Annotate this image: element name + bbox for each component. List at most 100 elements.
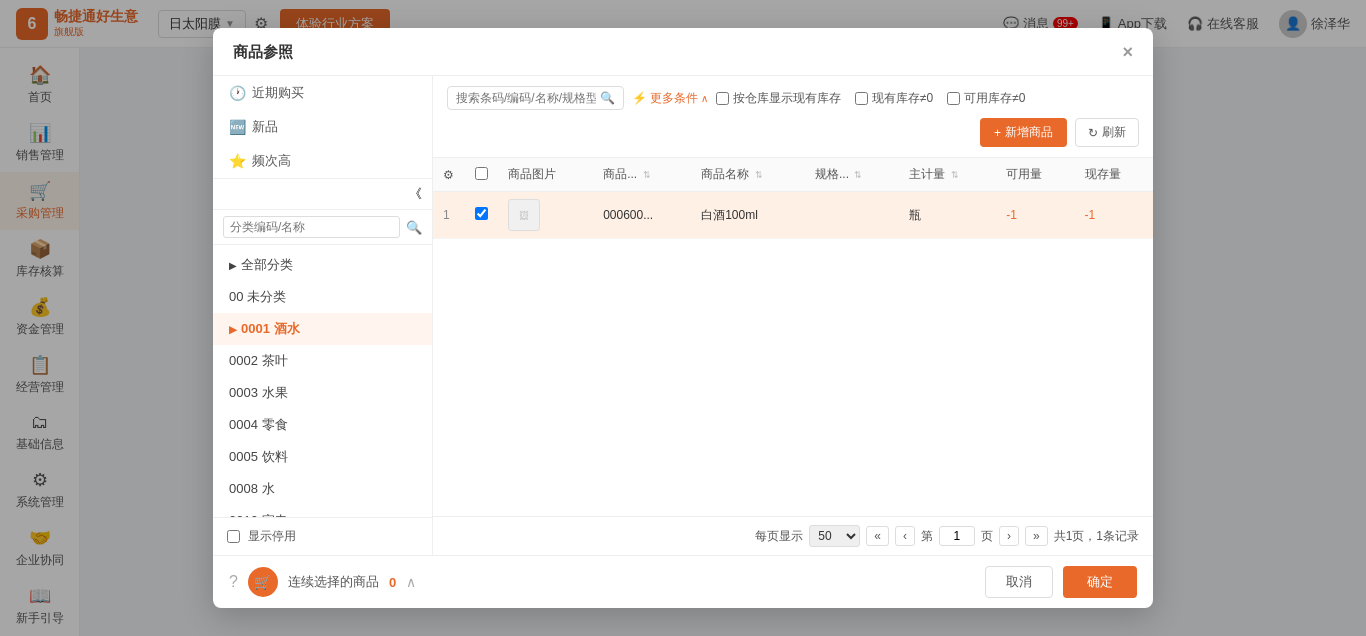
page-size-label: 每页显示: [755, 528, 803, 545]
col-name-header[interactable]: 商品名称 ⇅: [691, 158, 805, 192]
footer-collapse-icon[interactable]: ∧: [406, 574, 416, 590]
cat-item-label: 0001 酒水: [241, 320, 300, 338]
category-list: ▶ 全部分类 00 未分类 ▶ 0001 酒水 0002 茶叶 0003 水果: [213, 245, 432, 517]
col-img-header: 商品图片: [498, 158, 593, 192]
cart-button[interactable]: 🛒: [248, 567, 278, 597]
cancel-button[interactable]: 取消: [985, 566, 1053, 598]
toolbar-actions: + 新增商品 ↻ 刷新: [980, 118, 1139, 147]
check-available-text: 现有库存≠0: [872, 90, 933, 107]
check-usable-text: 可用库存≠0: [964, 90, 1025, 107]
filter-label: 更多条件: [650, 90, 698, 107]
show-disabled-label: 显示停用: [248, 528, 296, 545]
refresh-button[interactable]: ↻ 刷新: [1075, 118, 1139, 147]
col-checkbox[interactable]: [465, 158, 498, 192]
cart-icon: 🛒: [254, 574, 271, 590]
help-icon[interactable]: ?: [229, 573, 238, 591]
table-row[interactable]: 1 🖼 000600... 白酒100ml 瓶 -1 -1: [433, 192, 1153, 239]
cat-item-uncategorized[interactable]: 00 未分类: [213, 281, 432, 313]
cat-item-fruit[interactable]: 0003 水果: [213, 377, 432, 409]
filter-icon: ⚡: [632, 91, 647, 105]
cat-item-tea[interactable]: 0002 茶叶: [213, 345, 432, 377]
product-search-box: 🔍: [447, 86, 624, 110]
modal-title: 商品参照: [233, 43, 293, 62]
cat-item-appliances[interactable]: 0010 家电: [213, 505, 432, 517]
search-icon[interactable]: 🔍: [600, 91, 615, 105]
row-select-checkbox[interactable]: [475, 207, 488, 220]
sort-arrows: ⇅: [755, 170, 763, 180]
more-filters-btn[interactable]: ⚡ 更多条件 ∧: [632, 90, 708, 107]
product-image: 🖼: [508, 199, 540, 231]
arrow-icon: ▶: [229, 324, 237, 335]
modal-header: 商品参照 ×: [213, 28, 1153, 76]
recent-tab-label: 近期购买: [252, 84, 304, 102]
check-warehouse-label[interactable]: 按仓库显示现有库存: [716, 90, 841, 107]
check-warehouse-text: 按仓库显示现有库存: [733, 90, 841, 107]
page-label: 第: [921, 528, 933, 545]
new-products-tab[interactable]: 🆕 新品: [213, 110, 432, 144]
col-spec-header[interactable]: 规格... ⇅: [805, 158, 899, 192]
category-panel: 🕐 近期购买 🆕 新品 ⭐ 频次高 《: [213, 76, 433, 555]
row-img: 🖼: [498, 192, 593, 239]
category-search-input[interactable]: [223, 216, 400, 238]
search-icon[interactable]: 🔍: [406, 220, 422, 235]
modal-footer: ? 🛒 连续选择的商品 0 ∧ 取消 确定: [213, 555, 1153, 608]
recent-purchases-tab[interactable]: 🕐 近期购买: [213, 76, 432, 110]
close-icon[interactable]: ×: [1122, 42, 1133, 63]
page-suffix: 页: [981, 528, 993, 545]
check-available-label[interactable]: 现有库存≠0: [855, 90, 933, 107]
selected-count: 0: [389, 575, 396, 590]
table-header-row: ⚙ 商品图片 商品... ⇅ 商品名称 ⇅: [433, 158, 1153, 192]
col-settings[interactable]: ⚙: [433, 158, 465, 192]
row-checkbox[interactable]: [465, 192, 498, 239]
cat-item-water[interactable]: 0008 水: [213, 473, 432, 505]
quick-tabs: 🕐 近期购买 🆕 新品 ⭐ 频次高: [213, 76, 432, 179]
cat-item-label: 0004 零食: [229, 416, 288, 434]
modal-body: 🕐 近期购买 🆕 新品 ⭐ 频次高 《: [213, 76, 1153, 555]
frequent-tab[interactable]: ⭐ 频次高: [213, 144, 432, 178]
select-all-checkbox[interactable]: [475, 167, 488, 180]
row-stock: -1: [1075, 192, 1153, 239]
check-warehouse[interactable]: [716, 92, 729, 105]
check-available[interactable]: [855, 92, 868, 105]
cat-item-snack[interactable]: 0004 零食: [213, 409, 432, 441]
cat-item-label: 0003 水果: [229, 384, 288, 402]
prev-page-btn[interactable]: ‹: [895, 526, 915, 546]
row-code: 000600...: [593, 192, 691, 239]
product-search-input[interactable]: [456, 91, 596, 105]
row-name: 白酒100ml: [691, 192, 805, 239]
plus-icon: +: [994, 126, 1001, 140]
col-available-header: 可用量: [996, 158, 1074, 192]
refresh-label: 刷新: [1102, 124, 1126, 141]
sort-arrows: ⇅: [951, 170, 959, 180]
star-icon: ⭐: [229, 153, 246, 169]
confirm-button[interactable]: 确定: [1063, 566, 1137, 598]
check-usable-label[interactable]: 可用库存≠0: [947, 90, 1025, 107]
product-table: ⚙ 商品图片 商品... ⇅ 商品名称 ⇅: [433, 158, 1153, 239]
cat-item-label: 0005 饮料: [229, 448, 288, 466]
show-disabled-checkbox[interactable]: [227, 530, 240, 543]
cat-item-liquor[interactable]: ▶ 0001 酒水: [213, 313, 432, 345]
add-product-button[interactable]: + 新增商品: [980, 118, 1067, 147]
arrow-icon: ▶: [229, 260, 237, 271]
product-reference-modal: 商品参照 × 🕐 近期购买 🆕 新品 ⭐ 频次高: [213, 28, 1153, 608]
collapse-panel-btn[interactable]: 《: [213, 179, 432, 210]
show-disabled-area: 显示停用: [213, 517, 432, 555]
page-number-input[interactable]: [939, 526, 975, 546]
check-usable[interactable]: [947, 92, 960, 105]
cat-item-label: 00 未分类: [229, 288, 286, 306]
frequent-tab-label: 频次高: [252, 152, 291, 170]
cat-item-beverage[interactable]: 0005 饮料: [213, 441, 432, 473]
col-code-header[interactable]: 商品... ⇅: [593, 158, 691, 192]
page-size-select[interactable]: 10 20 50 100: [809, 525, 860, 547]
last-page-btn[interactable]: »: [1025, 526, 1048, 546]
first-page-btn[interactable]: «: [866, 526, 889, 546]
modal-overlay: 商品参照 × 🕐 近期购买 🆕 新品 ⭐ 频次高: [0, 0, 1366, 636]
col-unit-header[interactable]: 主计量 ⇅: [899, 158, 996, 192]
col-stock-header: 现存量: [1075, 158, 1153, 192]
row-index: 1: [433, 192, 465, 239]
next-page-btn[interactable]: ›: [999, 526, 1019, 546]
chevron-up-icon: ∧: [701, 93, 708, 104]
cat-item-all[interactable]: ▶ 全部分类: [213, 249, 432, 281]
row-unit: 瓶: [899, 192, 996, 239]
row-spec: [805, 192, 899, 239]
